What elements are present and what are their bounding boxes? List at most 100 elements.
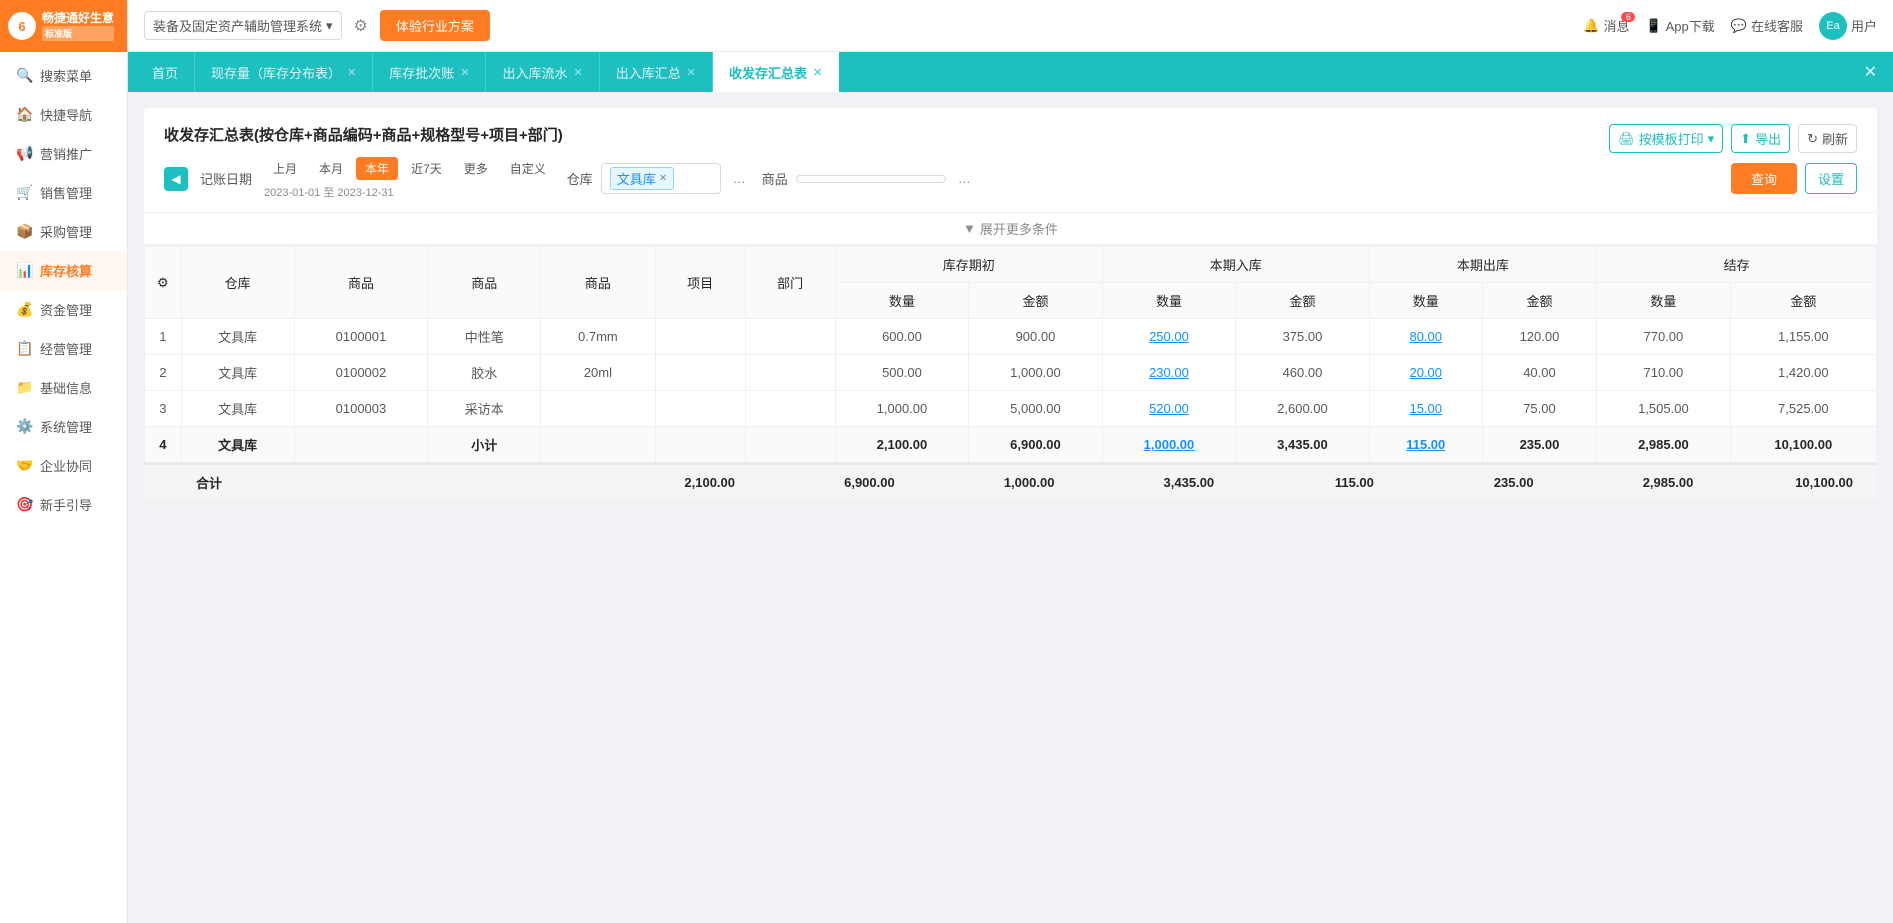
operation-icon: 📋 — [16, 340, 32, 357]
col-group-out: 本期出库 — [1369, 247, 1596, 283]
table-row: 4 文具库 小计 2,100.00 6,900.00 1,000.00 3,43… — [145, 427, 1877, 463]
col-settings[interactable]: ⚙ — [145, 247, 182, 319]
topbar: 装备及固定资产辅助管理系统 ▾ ⚙ 体验行业方案 🔔 消息 6 📱 App下载 … — [128, 0, 1893, 52]
sidebar-label-system: 系统管理 — [40, 417, 92, 436]
sidebar-item-finance[interactable]: 💰资金管理 — [0, 290, 127, 329]
cell-warehouse: 文具库 — [181, 391, 294, 427]
cell-open-qty: 500.00 — [835, 355, 969, 391]
tab-batch[interactable]: 库存批次账✕ — [373, 52, 486, 92]
sidebar-item-guide[interactable]: 🎯新手引导 — [0, 485, 127, 524]
user-menu[interactable]: Ea 用户 — [1819, 12, 1877, 40]
cell-dept — [745, 355, 835, 391]
sidebar-item-sales[interactable]: 🛒销售管理 — [0, 173, 127, 212]
sidebar-label-marketing: 营销推广 — [40, 144, 92, 163]
tab-home[interactable]: 首页 — [136, 52, 195, 92]
footer-out-qty: 115.00 — [1226, 475, 1386, 490]
sidebar: 6 畅捷通好生意 标准版 🔍搜索菜单🏠快捷导航📢营销推广🛒销售管理📦采购管理📊库… — [0, 0, 128, 923]
warehouse-tag-container[interactable]: 文具库 ✕ — [601, 163, 721, 194]
tab-close-recv-send[interactable]: ✕ — [813, 66, 822, 79]
service-btn[interactable]: 💬 在线客服 — [1731, 16, 1803, 35]
date-btn-本年[interactable]: 本年 — [356, 157, 398, 180]
goods-more-btn[interactable]: … — [954, 171, 975, 186]
notification-badge: 6 — [1621, 12, 1635, 22]
gear-icon[interactable]: ⚙ — [354, 16, 368, 36]
query-btn[interactable]: 查询 — [1731, 163, 1797, 194]
export-btn[interactable]: ⬆ 导出 — [1731, 124, 1790, 153]
sidebar-item-basic[interactable]: 📁基础信息 — [0, 368, 127, 407]
cell-project — [655, 391, 745, 427]
sidebar-item-search[interactable]: 🔍搜索菜单 — [0, 56, 127, 95]
quick-nav-icon: 🏠 — [16, 106, 32, 123]
goods-tag-container[interactable] — [796, 175, 946, 183]
date-btn-本月[interactable]: 本月 — [310, 157, 352, 180]
warehouse-tag-remove[interactable]: ✕ — [659, 173, 667, 184]
tab-flow[interactable]: 出入库流水✕ — [486, 52, 599, 92]
cell-spec — [541, 427, 655, 463]
col-group-bal: 结存 — [1597, 247, 1877, 283]
tab-close-flow[interactable]: ✕ — [574, 66, 583, 79]
tab-close-summary[interactable]: ✕ — [687, 66, 696, 79]
sidebar-item-system[interactable]: ⚙️系统管理 — [0, 407, 127, 446]
finance-icon: 💰 — [16, 301, 32, 318]
sidebar-badge: 标准版 — [42, 26, 114, 41]
user-avatar-icon: Ea — [1819, 12, 1847, 40]
tab-summary[interactable]: 出入库汇总✕ — [600, 52, 713, 92]
expand-more-btn[interactable]: ▼ 展开更多条件 — [144, 212, 1877, 244]
tabs-close-all-btn[interactable]: ✕ — [1856, 62, 1885, 82]
sidebar-item-marketing[interactable]: 📢 营销推广 — [0, 134, 127, 173]
trial-btn[interactable]: 体验行业方案 — [380, 10, 490, 41]
purchase-icon: 📦 — [16, 223, 32, 240]
cell-in-amt: 3,435.00 — [1236, 427, 1370, 463]
in-qty-link[interactable]: 250.00 — [1149, 329, 1189, 344]
refresh-btn[interactable]: ↻ 刷新 — [1798, 124, 1857, 153]
cell-code: 0100003 — [294, 391, 428, 427]
sidebar-label-corp: 企业协同 — [40, 456, 92, 475]
footer-open-amt: 6,900.00 — [747, 475, 907, 490]
sales-icon: 🛒 — [16, 184, 32, 201]
date-btn-近7天[interactable]: 近7天 — [402, 157, 451, 180]
cell-open-amt: 1,000.00 — [969, 355, 1103, 391]
sidebar-item-corp[interactable]: 🤝企业协同 — [0, 446, 127, 485]
date-btn-更多[interactable]: 更多 — [455, 157, 497, 180]
sidebar-item-purchase[interactable]: 📦采购管理 — [0, 212, 127, 251]
sidebar-item-inventory[interactable]: 📊库存核算 — [0, 251, 127, 290]
sub-out-amt: 金额 — [1482, 283, 1596, 319]
out-qty-link[interactable]: 115.00 — [1406, 437, 1445, 452]
sidebar-item-operation[interactable]: 📋经营管理 — [0, 329, 127, 368]
footer-bal-amt: 10,100.00 — [1705, 475, 1865, 490]
in-qty-link[interactable]: 520.00 — [1149, 401, 1189, 416]
cell-bal-amt: 1,155.00 — [1730, 319, 1876, 355]
sidebar-label-basic: 基础信息 — [40, 378, 92, 397]
marketing-icon: 📢 — [16, 145, 32, 162]
cell-project — [655, 427, 745, 463]
sidebar-item-quick-nav[interactable]: 🏠快捷导航 — [0, 95, 127, 134]
cell-out-qty: 80.00 — [1369, 319, 1482, 355]
expand-icon: ▼ — [963, 221, 976, 236]
warehouse-more-btn[interactable]: … — [729, 171, 750, 186]
cell-out-qty: 115.00 — [1369, 427, 1482, 463]
out-qty-link[interactable]: 80.00 — [1409, 329, 1442, 344]
tab-close-batch[interactable]: ✕ — [460, 66, 469, 79]
tab-inventory-dist[interactable]: 现存量（库存分布表）✕ — [195, 52, 373, 92]
print-btn[interactable]: 🖨 按模板打印 ▾ — [1609, 124, 1723, 153]
export-icon: ⬆ — [1740, 131, 1751, 147]
tab-recv-send[interactable]: 收发存汇总表✕ — [713, 52, 839, 92]
tab-close-inventory-dist[interactable]: ✕ — [347, 66, 356, 79]
out-qty-link[interactable]: 15.00 — [1409, 401, 1442, 416]
date-btn-上月[interactable]: 上月 — [264, 157, 306, 180]
notification-btn[interactable]: 🔔 消息 6 — [1583, 16, 1629, 35]
table-footer: 合计 2,100.00 6,900.00 1,000.00 3,435.00 1… — [144, 463, 1877, 500]
cell-bal-amt: 1,420.00 — [1730, 355, 1876, 391]
system-selector[interactable]: 装备及固定资产辅助管理系统 ▾ — [144, 11, 342, 40]
sidebar-label-search: 搜索菜单 — [40, 66, 92, 85]
out-qty-link[interactable]: 20.00 — [1409, 365, 1442, 380]
app-download-btn[interactable]: 📱 App下载 — [1645, 16, 1714, 35]
date-btn-自定义[interactable]: 自定义 — [501, 157, 555, 180]
in-qty-link[interactable]: 1,000.00 — [1144, 437, 1195, 452]
data-table: ⚙ 仓库 商品 商品 商品 项目 部门 库存期初 本期入库 本期出库 结存 — [144, 246, 1877, 463]
filter-toggle-btn[interactable]: ◀ — [164, 167, 188, 191]
in-qty-link[interactable]: 230.00 — [1149, 365, 1189, 380]
system-selector-arrow: ▾ — [326, 18, 333, 34]
setting-btn[interactable]: 设置 — [1805, 163, 1857, 194]
cell-bal-qty: 710.00 — [1597, 355, 1731, 391]
